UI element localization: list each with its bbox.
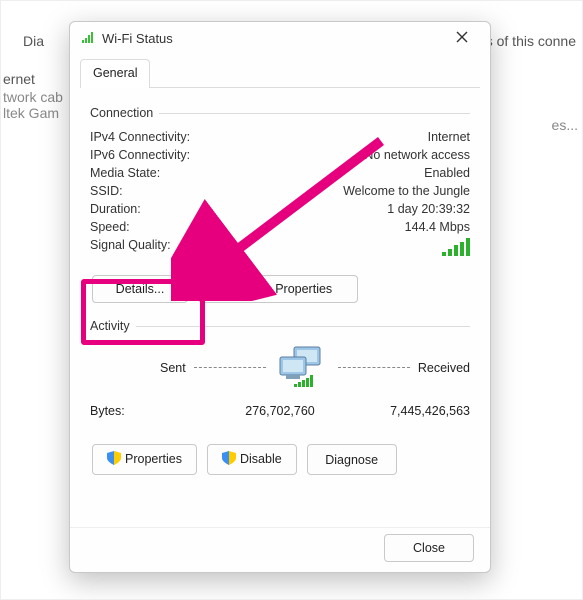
details-button[interactable]: Details... [92,275,188,303]
label-ipv6: IPv6 Connectivity: [90,148,190,162]
row-speed: Speed: 144.4 Mbps [90,218,470,236]
wifi-icon [82,30,96,47]
received-label: Received [418,361,470,375]
close-icon [456,31,468,46]
properties-button[interactable]: Properties [92,444,197,475]
label-ssid: SSID: [90,184,123,198]
network-computers-icon [274,345,330,390]
bg-text: s of this conne [486,33,576,49]
disable-button-label: Disable [240,452,282,466]
dialog-title: Wi-Fi Status [102,31,173,46]
row-media: Media State: Enabled [90,164,470,182]
bg-text: es... [552,117,578,133]
sent-label: Sent [160,361,186,375]
activity-group: Activity Sent [90,319,470,418]
activity-legend: Activity [90,319,136,333]
label-ipv4: IPv4 Connectivity: [90,130,190,144]
bg-text: ltek Gam [3,105,59,121]
connection-legend: Connection [90,106,159,120]
value-speed: 144.4 Mbps [405,220,470,234]
label-speed: Speed: [90,220,130,234]
bytes-sent-value: 276,702,760 [217,404,344,418]
value-ipv6: No network access [364,148,470,162]
row-ipv4: IPv4 Connectivity: Internet [90,128,470,146]
signal-bars-icon [442,238,470,261]
row-ipv6: IPv6 Connectivity: No network access [90,146,470,164]
row-signal: Signal Quality: [90,236,470,263]
shield-icon [107,451,121,468]
shield-icon [222,451,236,468]
bytes-received-value: 7,445,426,563 [343,404,470,418]
connection-group: Connection IPv4 Connectivity: Internet I… [90,106,470,305]
properties-button-label: Properties [125,452,182,466]
bg-text: twork cab [3,89,63,105]
label-duration: Duration: [90,202,141,216]
bg-text: ernet [3,71,35,87]
label-signal: Signal Quality: [90,238,171,261]
value-ipv4: Internet [428,130,470,144]
label-media: Media State: [90,166,160,180]
value-duration: 1 day 20:39:32 [387,202,470,216]
title-bar: Wi-Fi Status [70,22,490,54]
close-x-button[interactable] [446,24,478,52]
value-media: Enabled [424,166,470,180]
close-button[interactable]: Close [384,534,474,562]
activity-row: Sent [90,345,470,390]
bg-text: Dia [23,33,44,49]
disable-button[interactable]: Disable [207,444,297,475]
row-duration: Duration: 1 day 20:39:32 [90,200,470,218]
diagnose-button[interactable]: Diagnose [307,444,397,475]
wifi-status-dialog: Wi-Fi Status General Connection IPv4 Con… [69,21,491,573]
value-ssid: Welcome to the Jungle [343,184,470,198]
row-ssid: SSID: Welcome to the Jungle [90,182,470,200]
value-signal [442,238,470,261]
wireless-properties-button[interactable]: Wireless Properties [198,275,358,303]
tab-general[interactable]: General [80,59,150,88]
tab-strip: General [80,58,480,88]
dialog-footer: Close [70,527,490,568]
bytes-row: Bytes: 276,702,760 7,445,426,563 [90,404,470,418]
bytes-label: Bytes: [90,404,217,418]
